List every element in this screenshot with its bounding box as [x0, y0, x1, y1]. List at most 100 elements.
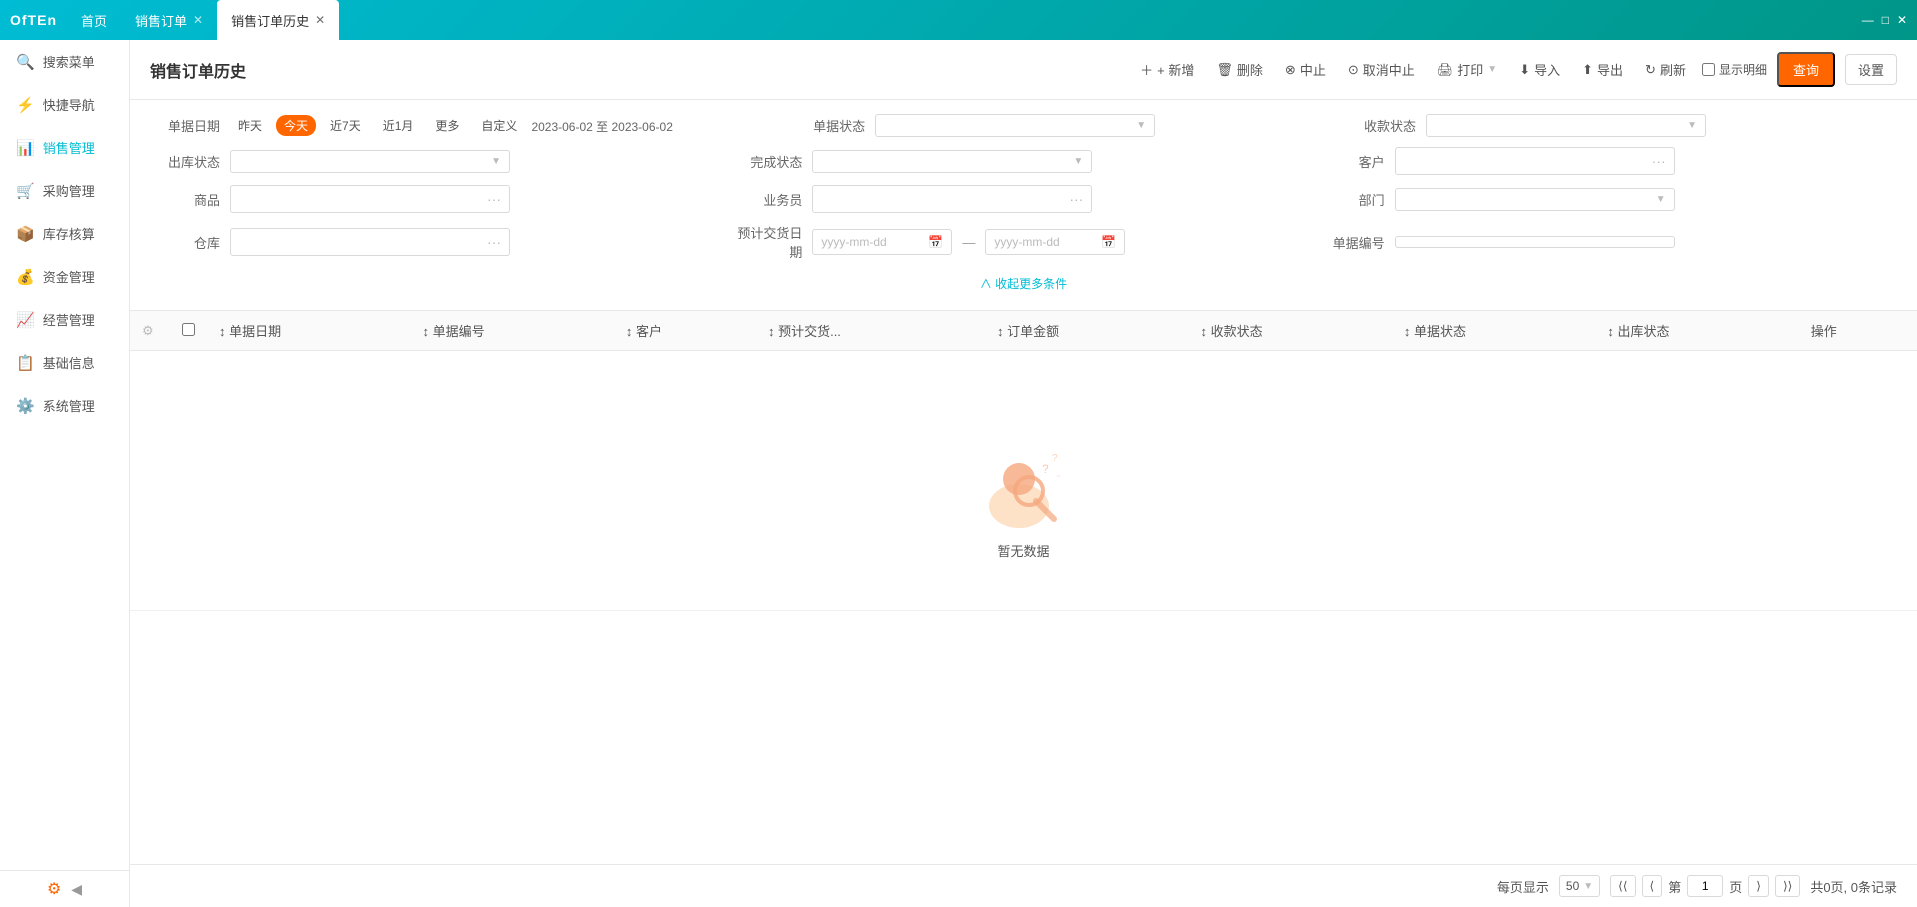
doc-number-control: [1395, 236, 1897, 248]
out-status-select[interactable]: ▼: [230, 150, 510, 173]
collapse-label: ∧ 收起更多条件: [980, 277, 1067, 291]
last-page-btn[interactable]: ⟩⟩: [1775, 875, 1800, 897]
dept-label: 部门: [1315, 190, 1395, 209]
print-arrow: ▼: [1487, 64, 1497, 75]
customer-label: 客户: [1315, 152, 1395, 171]
top-bar: OfTEn 首页 销售订单 ✕ 销售订单历史 ✕ — □ ✕: [0, 0, 1917, 40]
customer-dots: ···: [1652, 153, 1666, 169]
expected-date-to[interactable]: yyyy-mm-dd 📅: [985, 229, 1125, 255]
empty-state-cell: ? ? ~ 暂无数据: [130, 351, 1917, 611]
query-btn[interactable]: 查询: [1777, 52, 1835, 87]
page-size-label: 每页显示: [1497, 877, 1549, 896]
doc-status-select[interactable]: ▼: [875, 114, 1155, 137]
sidebar-settings-btn[interactable]: ⚙: [47, 879, 61, 899]
import-btn[interactable]: ⬇ 导入: [1513, 56, 1566, 83]
stop-btn[interactable]: ⊗ 中止: [1279, 56, 1332, 83]
customer-select[interactable]: ···: [1395, 147, 1675, 175]
table-body: ? ? ~ 暂无数据: [130, 351, 1917, 611]
dept-control: ▼: [1395, 188, 1897, 211]
sales-mgmt-icon: 📊: [16, 139, 35, 157]
close-sales-order-history-tab[interactable]: ✕: [315, 13, 325, 27]
select-all-checkbox[interactable]: [182, 323, 195, 336]
cancel-stop-btn[interactable]: ⊙ 取消中止: [1342, 56, 1421, 83]
empty-illustration: ? ? ~: [964, 441, 1084, 541]
collapse-row[interactable]: ∧ 收起更多条件: [150, 271, 1897, 296]
sidebar-item-system[interactable]: ⚙️ 系统管理: [0, 384, 129, 427]
display-detail-check[interactable]: 显示明细: [1702, 61, 1767, 78]
dept-select[interactable]: ▼: [1395, 188, 1675, 211]
page-input[interactable]: [1687, 875, 1723, 897]
svg-text:?: ?: [1052, 453, 1058, 464]
cancel-stop-icon: ⊙: [1348, 62, 1359, 78]
more-btn[interactable]: 更多: [427, 114, 467, 137]
page-title-bar: 销售订单历史 ＋ + 新增 🗑 删除 ⊗ 中止 ⊙ 取消中止: [130, 40, 1917, 100]
maximize-btn[interactable]: □: [1882, 13, 1889, 27]
page-size-select[interactable]: 50 ▼: [1559, 875, 1600, 897]
salesperson-label: 业务员: [732, 190, 812, 209]
pagination: ⟨⟨ ⟨ 第 页 ⟩ ⟩⟩: [1610, 875, 1800, 897]
customer-control: ···: [1395, 147, 1897, 175]
col-receipt-status: ↕ 收款状态: [1188, 311, 1391, 351]
sidebar-item-quick-nav[interactable]: ⚡ 快捷导航: [0, 83, 129, 126]
sidebar-collapse-btn[interactable]: ◀: [71, 881, 82, 898]
print-icon: 🖨: [1437, 62, 1454, 78]
column-settings-icon[interactable]: ⚙: [142, 323, 154, 338]
goods-select[interactable]: ···: [230, 185, 510, 213]
sidebar-item-search-menu[interactable]: 🔍 搜索菜单: [0, 40, 129, 83]
sidebar-item-finance[interactable]: 💰 资金管理: [0, 255, 129, 298]
receipt-status-select[interactable]: ▼: [1426, 114, 1706, 137]
minimize-btn[interactable]: —: [1862, 13, 1874, 27]
display-detail-checkbox[interactable]: [1702, 63, 1715, 76]
print-btn[interactable]: 🖨 打印 ▼: [1431, 56, 1503, 83]
col-doc-number: ↕ 单据编号: [410, 311, 613, 351]
tab-sales-order-history[interactable]: 销售订单历史 ✕: [217, 0, 339, 40]
sidebar-item-purchase-mgmt[interactable]: 🛒 采购管理: [0, 169, 129, 212]
close-app-btn[interactable]: ✕: [1897, 13, 1907, 27]
prev-page-btn[interactable]: ⟨: [1642, 875, 1663, 897]
table-container: ⚙ ↕ 单据日期 ↕ 单据编号: [130, 311, 1917, 864]
export-btn[interactable]: ⬆ 导出: [1576, 56, 1629, 83]
total-info: 共0页, 0条记录: [1810, 877, 1897, 896]
today-btn[interactable]: 今天: [276, 115, 316, 136]
sidebar-item-inventory[interactable]: 📦 库存核算: [0, 212, 129, 255]
sidebar-bottom: ⚙ ◀: [0, 870, 129, 907]
date-filter-control: 昨天 今天 近7天 近1月 更多 自定义 2023-06-02 至 2023-0…: [230, 114, 795, 137]
col-expected-date: ↕ 预计交货...: [756, 311, 985, 351]
refresh-btn[interactable]: ↻ 刷新: [1639, 56, 1692, 83]
settings-btn[interactable]: 设置: [1845, 54, 1897, 85]
yesterday-btn[interactable]: 昨天: [230, 114, 270, 137]
doc-number-input[interactable]: [1395, 236, 1675, 248]
salesperson-select[interactable]: ···: [812, 185, 1092, 213]
sidebar-item-base-info[interactable]: 📋 基础信息: [0, 341, 129, 384]
7days-btn[interactable]: 近7天: [322, 114, 369, 137]
table-header: ⚙ ↕ 单据日期 ↕ 单据编号: [130, 311, 1917, 351]
close-sales-order-tab[interactable]: ✕: [193, 13, 203, 27]
salesperson-dots: ···: [1069, 191, 1083, 207]
expected-date-control: yyyy-mm-dd 📅 — yyyy-mm-dd 📅: [812, 229, 1314, 255]
first-page-btn[interactable]: ⟨⟨: [1610, 875, 1635, 897]
tab-home[interactable]: 首页: [67, 0, 121, 40]
calendar-to-icon[interactable]: 📅: [1101, 235, 1116, 249]
sidebar-item-sales-mgmt[interactable]: 📊 销售管理: [0, 126, 129, 169]
next-page-btn[interactable]: ⟩: [1748, 875, 1769, 897]
1month-btn[interactable]: 近1月: [375, 114, 422, 137]
col-customer: ↕ 客户: [614, 311, 756, 351]
custom-btn[interactable]: 自定义: [473, 114, 525, 137]
filter-row-2: 出库状态 ▼ 完成状态 ▼ 客户: [150, 147, 1897, 175]
quick-nav-icon: ⚡: [16, 96, 35, 114]
calendar-from-icon[interactable]: 📅: [928, 235, 943, 249]
stop-icon: ⊗: [1285, 62, 1296, 78]
col-settings: ⚙: [130, 311, 170, 351]
new-btn[interactable]: ＋ + 新增: [1134, 56, 1200, 83]
expected-date-from[interactable]: yyyy-mm-dd 📅: [812, 229, 952, 255]
top-right-controls: — □ ✕: [1862, 13, 1907, 27]
delete-btn[interactable]: 🗑 删除: [1210, 56, 1269, 83]
complete-status-select[interactable]: ▼: [812, 150, 1092, 173]
complete-status-label: 完成状态: [732, 152, 812, 171]
sidebar-item-operations[interactable]: 📈 经营管理: [0, 298, 129, 341]
content-area: 销售订单历史 ＋ + 新增 🗑 删除 ⊗ 中止 ⊙ 取消中止: [130, 40, 1917, 907]
warehouse-select[interactable]: ···: [230, 228, 510, 256]
tab-sales-order[interactable]: 销售订单 ✕: [121, 0, 217, 40]
expected-date-label: 预计交货日期: [732, 223, 812, 261]
goods-label: 商品: [150, 190, 230, 209]
